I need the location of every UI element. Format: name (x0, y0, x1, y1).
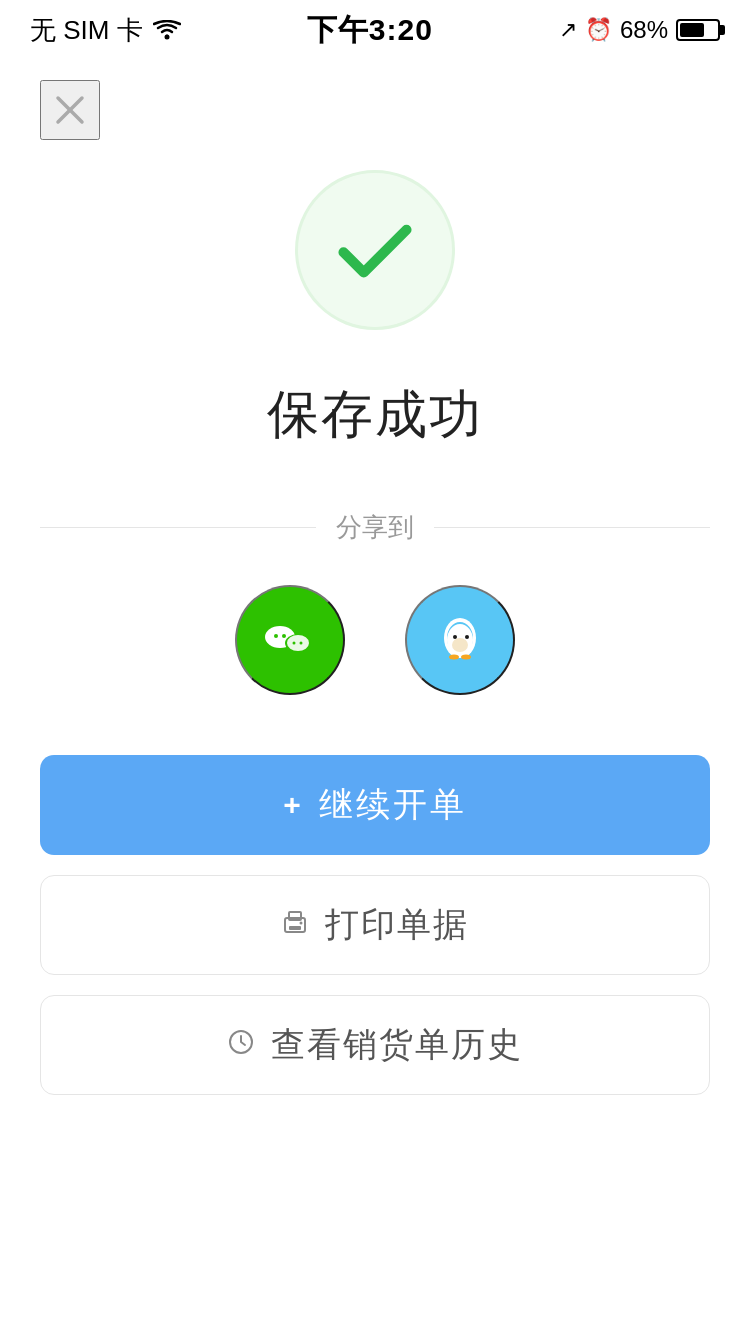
continue-label: 继续开单 (319, 782, 467, 828)
wechat-share-button[interactable] (235, 585, 345, 695)
status-time: 下午3:20 (307, 10, 433, 51)
success-title: 保存成功 (267, 380, 483, 450)
share-icons-row (40, 585, 710, 695)
svg-point-0 (164, 35, 169, 40)
print-button[interactable]: 打印单据 (40, 875, 710, 975)
main-content: 保存成功 分享到 (0, 60, 750, 1334)
svg-point-21 (461, 655, 471, 660)
history-icon (227, 1028, 255, 1063)
share-divider: 分享到 (40, 510, 710, 545)
action-buttons: + 继续开单 打印单据 查看销货单历史 (40, 755, 710, 1095)
svg-rect-24 (289, 926, 301, 930)
success-icon-circle (295, 170, 455, 330)
printer-icon (281, 908, 309, 943)
svg-point-8 (282, 634, 286, 638)
divider-right (434, 527, 710, 528)
wifi-icon (153, 20, 181, 40)
svg-point-10 (300, 642, 303, 645)
status-indicators: ↗ ⏰ 68% (559, 16, 720, 44)
wechat-icon (260, 610, 320, 670)
alarm-icon: ⏰ (585, 17, 612, 43)
svg-point-18 (465, 635, 469, 639)
location-icon: ↗ (559, 17, 577, 43)
battery-percent: 68% (620, 16, 668, 44)
svg-point-20 (449, 655, 459, 660)
svg-point-17 (453, 635, 457, 639)
svg-point-7 (274, 634, 278, 638)
battery-icon (676, 19, 720, 41)
checkmark-icon (330, 205, 420, 295)
status-carrier: 无 SIM 卡 (30, 13, 181, 48)
share-label: 分享到 (336, 510, 414, 545)
share-section: 分享到 (40, 510, 710, 695)
qq-icon (430, 610, 490, 670)
print-label: 打印单据 (325, 902, 469, 948)
continue-button[interactable]: + 继续开单 (40, 755, 710, 855)
plus-icon: + (283, 788, 303, 822)
history-label: 查看销货单历史 (271, 1022, 523, 1068)
svg-point-25 (300, 921, 303, 924)
svg-point-19 (452, 638, 468, 652)
svg-point-9 (293, 642, 296, 645)
svg-point-6 (287, 635, 309, 651)
close-button[interactable] (40, 80, 100, 140)
status-bar: 无 SIM 卡 下午3:20 ↗ ⏰ 68% (0, 0, 750, 60)
qq-share-button[interactable] (405, 585, 515, 695)
history-button[interactable]: 查看销货单历史 (40, 995, 710, 1095)
divider-left (40, 527, 316, 528)
